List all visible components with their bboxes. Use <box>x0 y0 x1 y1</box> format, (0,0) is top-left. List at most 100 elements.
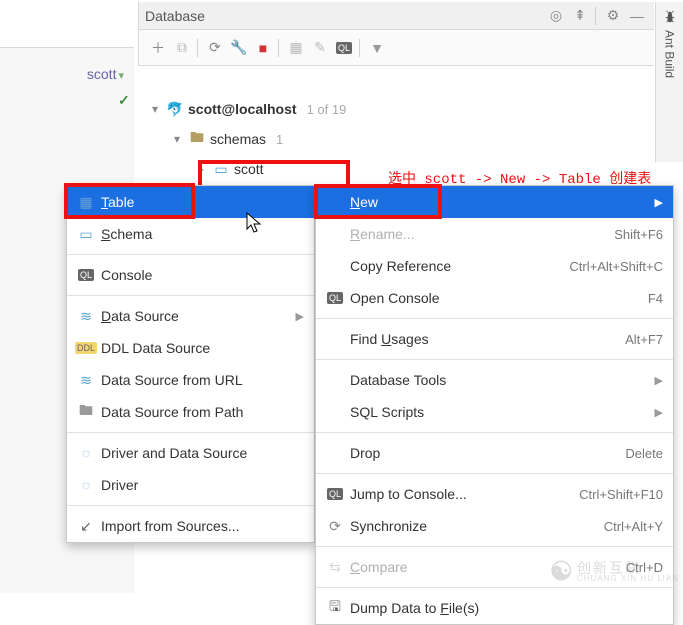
tree-root-connection[interactable]: ▾ 🐬 scott@localhost 1 of 19 <box>140 94 655 124</box>
refresh-icon[interactable]: ⟳ <box>204 37 226 59</box>
chevron-right-icon: ▶ <box>290 310 304 323</box>
ddl-icon: DDL <box>75 342 97 354</box>
menu-item-db-tools[interactable]: Database Tools ▶ <box>316 364 673 396</box>
chevron-right-icon: ▶ <box>649 406 663 419</box>
tree-schemas-node[interactable]: ▾ 🖿 schemas 1 <box>140 124 655 154</box>
submenu-label: DDL Data Source <box>97 340 304 356</box>
menu-shortcut: Shift+F6 <box>614 227 663 242</box>
submenu-label: Schema <box>97 226 304 242</box>
chevron-right-icon: ▶ <box>649 374 663 387</box>
datasource-icon: 🐬 <box>166 101 184 118</box>
ql-icon: QL <box>75 269 97 281</box>
menu-label: Copy Reference <box>346 258 569 274</box>
menu-shortcut: Ctrl+Shift+F10 <box>579 487 663 502</box>
edit-icon[interactable]: ✎ <box>309 37 331 59</box>
menu-label: Dump Data to File(s) <box>346 600 663 616</box>
menu-item-sql-scripts[interactable]: SQL Scripts ▶ <box>316 396 673 428</box>
menu-item-new[interactable]: New ▶ <box>316 186 673 218</box>
menu-item-copyref[interactable]: Copy Reference Ctrl+Alt+Shift+C <box>316 250 673 282</box>
submenu-label: Import from Sources... <box>97 518 304 534</box>
menu-item-synchronize[interactable]: ⟳ Synchronize Ctrl+Alt+Y <box>316 510 673 542</box>
ant-build-panel[interactable]: Ant Build <box>655 2 683 162</box>
new-submenu: ▦ Table ▭ Schema QL Console ≋ Data Sourc… <box>66 185 315 543</box>
submenu-item-datasource-url[interactable]: ≋ Data Source from URL <box>67 364 314 396</box>
hide-icon[interactable]: — <box>626 5 648 27</box>
ant-build-label: Ant Build <box>663 30 677 78</box>
connection-badge: 1 of 19 <box>307 102 347 117</box>
folder-icon: 🖿 <box>75 400 97 424</box>
submenu-label: Table <box>97 194 304 210</box>
submenu-item-schema[interactable]: ▭ Schema <box>67 218 314 250</box>
schemas-badge: 1 <box>276 132 283 147</box>
chevron-right-icon: ▶ <box>649 196 663 209</box>
datasource-icon: ≋ <box>75 308 97 325</box>
folder-icon: 🖿 <box>188 127 206 151</box>
menu-shortcut: Ctrl+Alt+Y <box>604 519 663 534</box>
ql-icon: QL <box>324 488 346 500</box>
target-icon[interactable]: ◎ <box>545 5 567 27</box>
chevron-down-icon[interactable]: ▾ <box>148 102 162 116</box>
submenu-label: Driver and Data Source <box>97 445 304 461</box>
menu-shortcut: F4 <box>648 291 663 306</box>
database-toolbar: ＋ ⧉ ⟳ 🔧 ■ ▦ ✎ QL ▼ <box>139 30 654 66</box>
menu-item-find-usages[interactable]: Find Usages Alt+F7 <box>316 323 673 355</box>
schema-icon: ▭ <box>75 226 97 243</box>
stop-icon[interactable]: ■ <box>252 37 274 59</box>
submenu-label: Data Source from Path <box>97 404 304 420</box>
sync-icon: ⟳ <box>324 518 346 535</box>
submenu-item-table[interactable]: ▦ Table <box>67 186 314 218</box>
save-icon: 🖫 <box>324 596 346 620</box>
status-check-icon: ✓ <box>118 92 130 109</box>
menu-label: Open Console <box>346 290 648 306</box>
collapse-icon[interactable]: ⇞ <box>569 5 591 27</box>
ql-console-icon[interactable]: QL <box>333 37 355 59</box>
filter-icon[interactable]: ▼ <box>366 37 388 59</box>
breadcrumb-scott[interactable]: scott▾ <box>87 66 124 82</box>
menu-label: Drop <box>346 445 625 461</box>
menu-label: Jump to Console... <box>346 486 579 502</box>
submenu-label: Driver <box>97 477 304 493</box>
menu-shortcut: Delete <box>625 446 663 461</box>
driver-icon: ◌ <box>75 445 97 461</box>
import-icon: ↙ <box>75 518 97 535</box>
table-view-icon[interactable]: ▦ <box>285 37 307 59</box>
submenu-item-datasource[interactable]: ≋ Data Source ▶ <box>67 300 314 332</box>
submenu-item-driver[interactable]: ◌ Driver <box>67 469 314 501</box>
ant-icon <box>663 10 677 24</box>
submenu-label: Data Source <box>97 308 290 324</box>
menu-item-open-console[interactable]: QL Open Console F4 <box>316 282 673 314</box>
watermark: ☯ 创新互联 CHUANG XIN HU LIAN <box>550 556 679 587</box>
menu-label: Rename... <box>346 226 614 242</box>
gear-icon[interactable]: ⚙ <box>602 5 624 27</box>
database-title: Database <box>145 8 543 24</box>
datasource-icon: ≋ <box>75 372 97 389</box>
database-tool-window: Database ◎ ⇞ ⚙ — ＋ ⧉ ⟳ 🔧 ■ ▦ ✎ QL ▼ <box>138 2 654 66</box>
table-icon: ▦ <box>75 194 97 211</box>
menu-item-drop[interactable]: Drop Delete <box>316 437 673 469</box>
submenu-label: Console <box>97 267 304 283</box>
diff-icon: ⇆ <box>324 559 346 576</box>
chevron-down-icon[interactable]: ▾ <box>170 132 184 146</box>
duplicate-icon[interactable]: ⧉ <box>171 37 193 59</box>
wrench-icon[interactable]: 🔧 <box>228 37 250 59</box>
menu-shortcut: Ctrl+Alt+Shift+C <box>569 259 663 274</box>
submenu-item-console[interactable]: QL Console <box>67 259 314 291</box>
menu-label: Find Usages <box>346 331 625 347</box>
menu-item-rename: Rename... Shift+F6 <box>316 218 673 250</box>
connection-label: scott@localhost <box>188 101 297 117</box>
menu-label: SQL Scripts <box>346 404 649 420</box>
add-icon[interactable]: ＋ <box>147 37 169 59</box>
ql-icon: QL <box>324 292 346 304</box>
submenu-item-driver-ds[interactable]: ◌ Driver and Data Source <box>67 437 314 469</box>
schemas-label: schemas <box>210 131 266 147</box>
submenu-label: Data Source from URL <box>97 372 304 388</box>
submenu-item-ddl[interactable]: DDL DDL Data Source <box>67 332 314 364</box>
menu-label: Synchronize <box>346 518 604 534</box>
menu-label: Database Tools <box>346 372 649 388</box>
database-titlebar[interactable]: Database ◎ ⇞ ⚙ — <box>139 2 654 30</box>
menu-label: New <box>346 194 649 210</box>
submenu-item-datasource-path[interactable]: 🖿 Data Source from Path <box>67 396 314 428</box>
menu-item-dump[interactable]: 🖫 Dump Data to File(s) <box>316 592 673 624</box>
submenu-item-import[interactable]: ↙ Import from Sources... <box>67 510 314 542</box>
menu-item-jump-console[interactable]: QL Jump to Console... Ctrl+Shift+F10 <box>316 478 673 510</box>
